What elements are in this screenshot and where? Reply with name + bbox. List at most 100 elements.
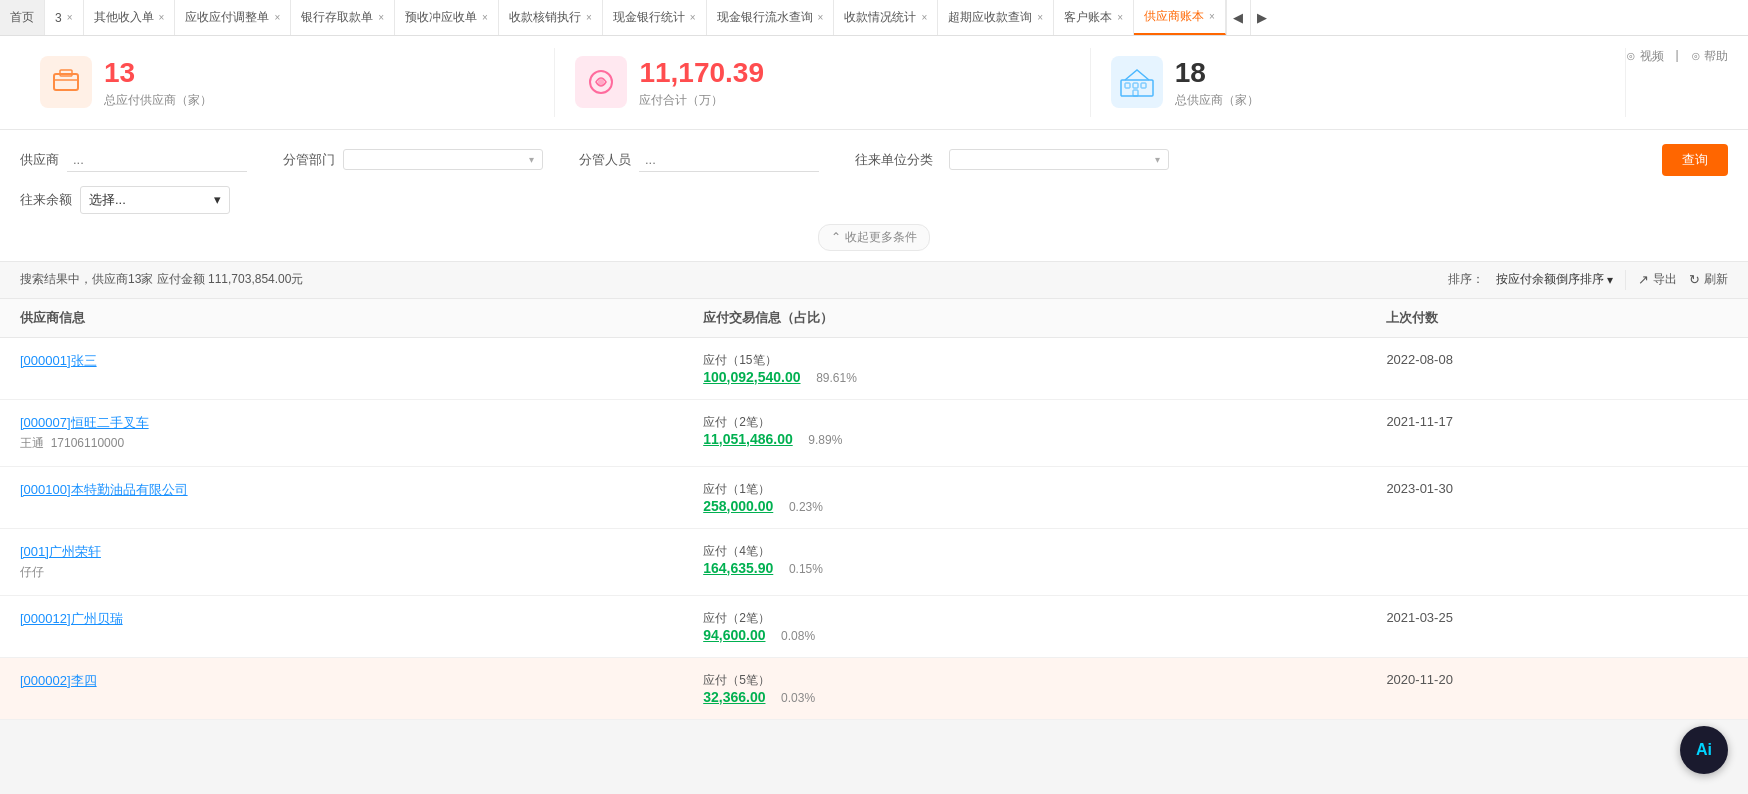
category-label: 往来单位分类 bbox=[855, 151, 933, 169]
ap-amount-001[interactable]: 164,635.90 bbox=[703, 560, 773, 576]
table-row: [000012]广州贝瑞 应付（2笔） 94,600.00 0.08% 2021… bbox=[0, 596, 1748, 658]
top-nav: 首页 3 × 其他收入单 × 应收应付调整单 × 银行存取款单 × 预收冲应收单… bbox=[0, 0, 1748, 36]
ap-pct-000007: 9.89% bbox=[808, 433, 842, 447]
ap-amount-000100[interactable]: 258,000.00 bbox=[703, 498, 773, 514]
category-select[interactable]: ▾ bbox=[949, 149, 1169, 170]
ap-suppliers-info: 13 总应付供应商（家） bbox=[104, 56, 212, 109]
nav-tab-receipt-verify[interactable]: 收款核销执行 × bbox=[499, 0, 603, 35]
nav-tab-other-income[interactable]: 其他收入单 × bbox=[84, 0, 176, 35]
table-row: [000002]李四 应付（5笔） 32,366.00 0.03% 2020-1… bbox=[0, 658, 1748, 720]
close-tab-3[interactable]: × bbox=[67, 12, 73, 23]
close-prepaid-ar[interactable]: × bbox=[482, 12, 488, 23]
ap-transaction-000012: 应付（2笔） 94,600.00 0.08% bbox=[703, 610, 1386, 643]
search-area: 供应商 分管部门 ▾ 分管人员 往来单位分类 ▾ 查询 bbox=[0, 130, 1748, 262]
last-pay-000012: 2021-03-25 bbox=[1386, 610, 1728, 625]
balance-label: 往来余额 bbox=[20, 191, 72, 209]
table-header: 供应商信息 应付交易信息（占比） 上次付数 bbox=[0, 299, 1748, 338]
total-suppliers-label: 总供应商（家） bbox=[1175, 92, 1259, 109]
nav-tab-ar-ap-adjust[interactable]: 应收应付调整单 × bbox=[175, 0, 291, 35]
nav-tab-home[interactable]: 首页 bbox=[0, 0, 45, 35]
supplier-contact-000007: 王通 17106110000 bbox=[20, 435, 703, 452]
last-pay-000100: 2023-01-30 bbox=[1386, 481, 1728, 496]
supplier-link-000007[interactable]: [000007]恒旺二手叉车 bbox=[20, 414, 703, 432]
close-ar-ap-adjust[interactable]: × bbox=[274, 12, 280, 23]
search-row-2: 往来余额 选择... ▾ bbox=[20, 186, 1728, 214]
nav-tab-overdue-ar[interactable]: 超期应收款查询 × bbox=[938, 0, 1054, 35]
result-actions: 排序： 按应付余额倒序排序 ▾ ↗ 导出 ↻ 刷新 bbox=[1448, 270, 1728, 290]
balance-placeholder: 选择... bbox=[89, 191, 126, 209]
dept-select[interactable]: ▾ bbox=[343, 149, 543, 170]
total-suppliers-icon bbox=[1111, 56, 1163, 108]
ap-label-000007: 应付（2笔） bbox=[703, 414, 1386, 431]
supplier-info-000002: [000002]李四 bbox=[20, 672, 703, 690]
nav-tab-receipt-stat[interactable]: 收款情况统计 × bbox=[834, 0, 938, 35]
nav-tab-prepaid-ar[interactable]: 预收冲应收单 × bbox=[395, 0, 499, 35]
ap-label-000012: 应付（2笔） bbox=[703, 610, 1386, 627]
close-customer-book[interactable]: × bbox=[1117, 12, 1123, 23]
close-receipt-verify[interactable]: × bbox=[586, 12, 592, 23]
ap-pct-000100: 0.23% bbox=[789, 500, 823, 514]
nav-tab-customer-book[interactable]: 客户账本 × bbox=[1054, 0, 1134, 35]
supplier-link-000100[interactable]: [000100]本特勤油品有限公司 bbox=[20, 481, 703, 499]
query-button[interactable]: 查询 bbox=[1662, 144, 1728, 176]
close-overdue-ar[interactable]: × bbox=[1037, 12, 1043, 23]
ap-transaction-000007: 应付（2笔） 11,051,486.00 9.89% bbox=[703, 414, 1386, 447]
sort-select[interactable]: 按应付余额倒序排序 ▾ bbox=[1496, 271, 1613, 288]
person-input[interactable] bbox=[639, 148, 819, 172]
close-bank-deposit[interactable]: × bbox=[378, 12, 384, 23]
ap-amount-info: 11,170.39 应付合计（万） bbox=[639, 56, 764, 109]
supplier-info-000001: [000001]张三 bbox=[20, 352, 703, 370]
ap-pct-000012: 0.08% bbox=[781, 629, 815, 643]
supplier-info-000012: [000012]广州贝瑞 bbox=[20, 610, 703, 628]
supplier-link-000012[interactable]: [000012]广州贝瑞 bbox=[20, 610, 703, 628]
ap-amount-000007[interactable]: 11,051,486.00 bbox=[703, 431, 793, 447]
nav-tab-cash-bank-stat[interactable]: 现金银行统计 × bbox=[603, 0, 707, 35]
balance-field: 往来余额 选择... ▾ bbox=[20, 186, 230, 214]
last-pay-000002: 2020-11-20 bbox=[1386, 672, 1728, 687]
ap-amount-label: 应付合计（万） bbox=[639, 92, 764, 109]
ap-amount-000002[interactable]: 32,366.00 bbox=[703, 689, 765, 705]
col-header-last-payment: 上次付数 bbox=[1386, 309, 1728, 327]
close-receipt-stat[interactable]: × bbox=[921, 12, 927, 23]
supplier-link-001[interactable]: [001]广州荣轩 bbox=[20, 543, 703, 561]
data-table: 供应商信息 应付交易信息（占比） 上次付数 [000001]张三 应付（15笔）… bbox=[0, 299, 1748, 720]
total-suppliers-number: 18 bbox=[1175, 56, 1259, 90]
close-cash-bank-flow[interactable]: × bbox=[818, 12, 824, 23]
nav-prev-arrow[interactable]: ◀ bbox=[1226, 0, 1250, 35]
nav-tab-bank-deposit[interactable]: 银行存取款单 × bbox=[291, 0, 395, 35]
table-row: [000001]张三 应付（15笔） 100,092,540.00 89.61%… bbox=[0, 338, 1748, 400]
export-icon: ↗ bbox=[1638, 272, 1649, 287]
supplier-link-000002[interactable]: [000002]李四 bbox=[20, 672, 703, 690]
svg-rect-7 bbox=[1133, 83, 1138, 88]
export-button[interactable]: ↗ 导出 bbox=[1638, 271, 1677, 288]
nav-tab-3[interactable]: 3 × bbox=[45, 0, 84, 35]
supplier-info-000007: [000007]恒旺二手叉车 王通 17106110000 bbox=[20, 414, 703, 452]
summary-bar: 13 总应付供应商（家） 11,170.39 应付合计（万） bbox=[0, 36, 1748, 130]
balance-select[interactable]: 选择... ▾ bbox=[80, 186, 230, 214]
supplier-link-000001[interactable]: [000001]张三 bbox=[20, 352, 703, 370]
close-other-income[interactable]: × bbox=[159, 12, 165, 23]
supplier-input[interactable] bbox=[67, 148, 247, 172]
ap-amount-000001[interactable]: 100,092,540.00 bbox=[703, 369, 800, 385]
refresh-button[interactable]: ↻ 刷新 bbox=[1689, 271, 1728, 288]
nav-tab-cash-bank-flow[interactable]: 现金银行流水查询 × bbox=[707, 0, 835, 35]
video-link[interactable]: ⊙ 视频 bbox=[1626, 48, 1663, 65]
summary-card-ap-suppliers: 13 总应付供应商（家） bbox=[20, 48, 555, 117]
ap-amount-000012[interactable]: 94,600.00 bbox=[703, 627, 765, 643]
ap-pct-000002: 0.03% bbox=[781, 691, 815, 705]
close-supplier-book[interactable]: × bbox=[1209, 11, 1215, 22]
nav-next-arrow[interactable]: ▶ bbox=[1250, 0, 1274, 35]
supplier-info-000100: [000100]本特勤油品有限公司 bbox=[20, 481, 703, 499]
collapse-button[interactable]: ⌃ 收起更多条件 bbox=[818, 224, 929, 251]
summary-card-total-suppliers: 18 总供应商（家） bbox=[1091, 48, 1626, 117]
ap-suppliers-label: 总应付供应商（家） bbox=[104, 92, 212, 109]
close-cash-bank-stat[interactable]: × bbox=[690, 12, 696, 23]
nav-tab-supplier-book[interactable]: 供应商账本 × bbox=[1134, 0, 1226, 35]
category-field: 往来单位分类 ▾ bbox=[855, 149, 1646, 170]
supplier-contact-001: 仔仔 bbox=[20, 564, 703, 581]
ap-pct-000001: 89.61% bbox=[816, 371, 857, 385]
svg-rect-6 bbox=[1125, 83, 1130, 88]
summary-card-ap-amount: 11,170.39 应付合计（万） bbox=[555, 48, 1090, 117]
divider-1 bbox=[1625, 270, 1626, 290]
help-link[interactable]: ⊙ 帮助 bbox=[1691, 48, 1728, 65]
